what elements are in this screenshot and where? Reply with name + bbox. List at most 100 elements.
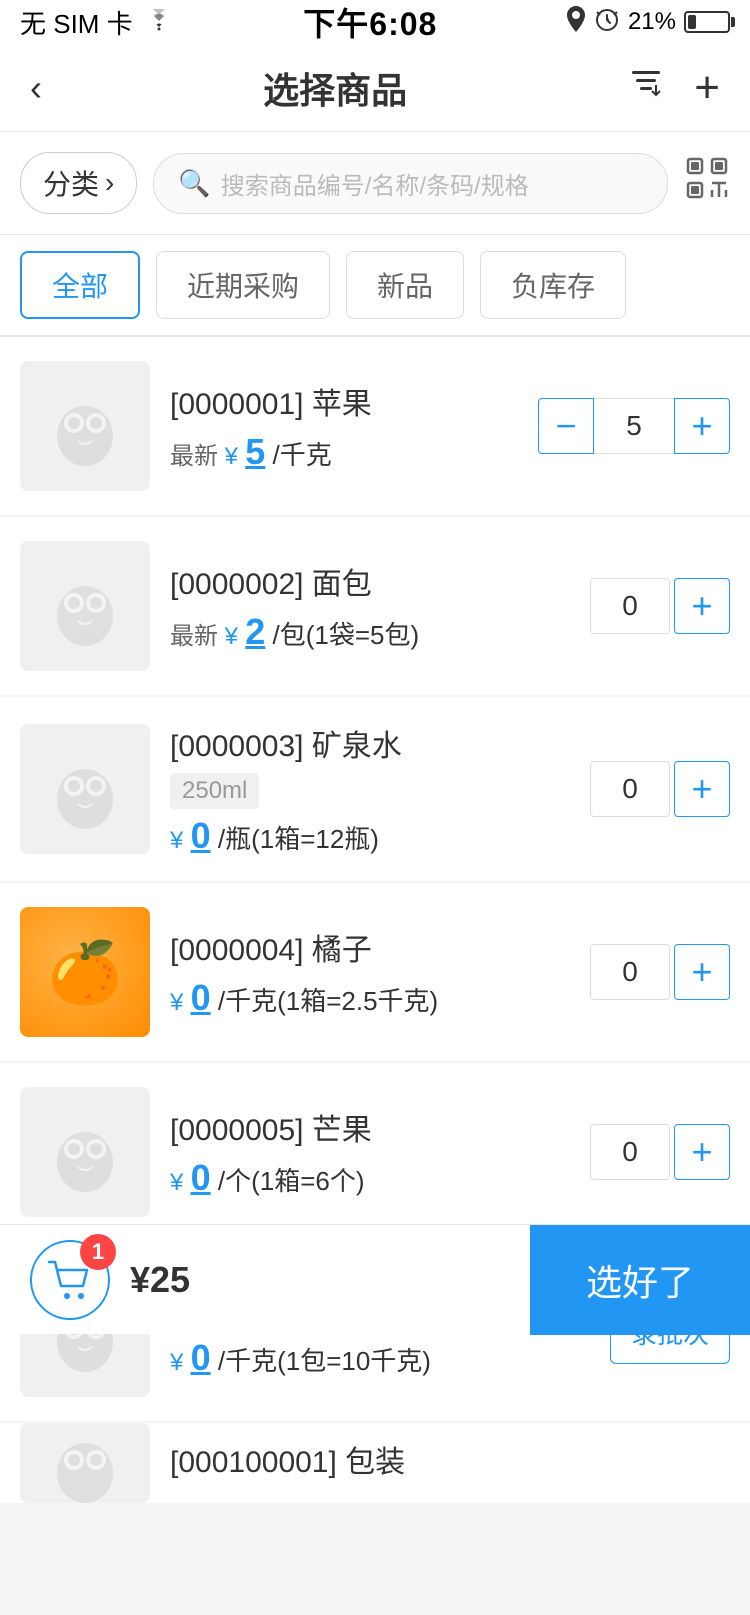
search-placeholder: 搜索商品编号/名称/条码/规格 [221, 166, 529, 201]
scan-button[interactable] [684, 155, 730, 212]
quantity-input[interactable] [590, 761, 670, 817]
price-currency: ¥ [170, 1349, 183, 1376]
price-unit: /包(1袋=5包) [273, 620, 420, 650]
price-latest-label: 最新 [170, 443, 225, 470]
status-right: 21% [566, 6, 730, 39]
price-value: 0 [191, 1337, 211, 1378]
price-unit: /个(1箱=6个) [218, 1166, 365, 1196]
category-chevron-icon: › [105, 167, 114, 199]
battery-text: 21% [628, 8, 676, 36]
nav-actions: + [628, 63, 720, 113]
filter-button[interactable] [628, 65, 664, 110]
search-box[interactable]: 🔍 搜索商品编号/名称/条码/规格 [153, 153, 668, 214]
status-time: 下午6:08 [303, 0, 437, 45]
svg-text:智十: 智十 [70, 1354, 99, 1370]
category-label: 分类 [43, 163, 99, 203]
back-button[interactable]: ‹ [30, 67, 42, 109]
bottom-bar: 1 ¥25 选好了 [0, 1224, 750, 1334]
quantity-plus-button[interactable]: + [674, 578, 730, 634]
carrier-text: 无 SIM 卡 [20, 4, 133, 41]
owl-logo: 智十 [40, 381, 130, 471]
quantity-plus-button[interactable]: + [674, 1124, 730, 1180]
cart-area: 1 ¥25 [0, 1240, 530, 1320]
product-price: ¥ 0 /千克(1包=10千克) [170, 1337, 590, 1379]
quantity-plus-button[interactable]: + [674, 761, 730, 817]
tab-new[interactable]: 新品 [346, 251, 464, 319]
product-name: [0000002] 面包 [170, 559, 570, 603]
svg-text:智十: 智十 [70, 1485, 99, 1501]
product-name: [0000001] 苹果 [170, 379, 518, 423]
price-value: 0 [191, 815, 211, 856]
orange-image: 🍊 [20, 907, 150, 1037]
nav-bar: ‹ 选择商品 + [0, 44, 750, 132]
product-price: ¥ 0 /个(1箱=6个) [170, 1157, 570, 1199]
quantity-minus-button[interactable]: − [538, 398, 594, 454]
product-item: 智十 [000100001] 包装 [0, 1423, 750, 1503]
status-bar: 无 SIM 卡 下午6:08 21% [0, 0, 750, 44]
cart-icon-button[interactable]: 1 [30, 1240, 110, 1320]
product-info: [000100001] 包装 [170, 1437, 730, 1489]
svg-text:智十: 智十 [70, 811, 99, 827]
product-controls: + [590, 761, 730, 817]
add-button[interactable]: + [694, 63, 720, 113]
product-thumbnail: 智十 [20, 1423, 150, 1503]
product-spec: 250ml [170, 773, 259, 809]
product-price: 最新 ¥ 2 /包(1袋=5包) [170, 611, 570, 653]
product-info: [0000002] 面包 最新 ¥ 2 /包(1袋=5包) [170, 559, 570, 653]
price-currency: ¥ [170, 1169, 183, 1196]
battery-icon [684, 11, 730, 33]
price-currency: ¥ [225, 623, 238, 650]
product-info: [0000003] 矿泉水 250ml ¥ 0 /瓶(1箱=12瓶) [170, 721, 570, 857]
product-item: 智十 [0000005] 芒果 ¥ 0 /个(1箱=6个) + [0, 1063, 750, 1241]
quantity-input[interactable] [590, 1124, 670, 1180]
cart-total: ¥25 [130, 1259, 190, 1301]
product-info: [0000001] 苹果 最新 ¥ 5 /千克 [170, 379, 518, 473]
product-controls: − + [538, 398, 730, 454]
price-value: 5 [245, 431, 265, 472]
status-left: 无 SIM 卡 [20, 4, 175, 41]
price-currency: ¥ [170, 827, 183, 854]
quantity-plus-button[interactable]: + [674, 944, 730, 1000]
svg-text:智十: 智十 [70, 628, 99, 644]
product-item: 🍊 [0000004] 橘子 ¥ 0 /千克(1箱=2.5千克) + [0, 883, 750, 1061]
product-info: [0000004] 橘子 ¥ 0 /千克(1箱=2.5千克) [170, 925, 570, 1019]
filter-bar: 分类 › 🔍 搜索商品编号/名称/条码/规格 [0, 132, 750, 235]
product-name: [0000004] 橘子 [170, 925, 570, 969]
price-unit: /瓶(1箱=12瓶) [218, 824, 379, 854]
svg-text:智十: 智十 [70, 1174, 99, 1190]
wifi-icon [143, 7, 175, 38]
price-value: 0 [191, 977, 211, 1018]
tab-all[interactable]: 全部 [20, 251, 140, 319]
product-name: [0000005] 芒果 [170, 1105, 570, 1149]
search-icon: 🔍 [178, 168, 210, 199]
quantity-plus-button[interactable]: + [674, 398, 730, 454]
tab-negative[interactable]: 负库存 [480, 251, 626, 319]
quantity-input[interactable] [590, 578, 670, 634]
product-name: [000100001] 包装 [170, 1437, 730, 1481]
price-currency: ¥ [170, 989, 183, 1016]
category-button[interactable]: 分类 › [20, 152, 137, 214]
product-thumbnail: 智十 [20, 724, 150, 854]
product-thumbnail: 智十 [20, 541, 150, 671]
product-price: ¥ 0 /瓶(1箱=12瓶) [170, 815, 570, 857]
price-unit: /千克(1箱=2.5千克) [218, 986, 438, 1016]
price-unit: /千克 [273, 440, 332, 470]
quantity-input[interactable] [594, 398, 674, 454]
alarm-icon [594, 6, 620, 39]
confirm-button[interactable]: 选好了 [530, 1225, 750, 1335]
product-price: 最新 ¥ 5 /千克 [170, 431, 518, 473]
tab-recent[interactable]: 近期采购 [156, 251, 330, 319]
product-controls: + [590, 1124, 730, 1180]
price-value: 2 [245, 611, 265, 652]
product-thumbnail: 智十 [20, 1087, 150, 1217]
tab-bar: 全部 近期采购 新品 负库存 [0, 235, 750, 337]
quantity-input[interactable] [590, 944, 670, 1000]
cart-badge: 1 [80, 1234, 116, 1270]
product-item: 智十 [0000002] 面包 最新 ¥ 2 /包(1袋=5包) + [0, 517, 750, 695]
svg-text:智十: 智十 [70, 448, 99, 464]
product-controls: + [590, 578, 730, 634]
product-info: [0000005] 芒果 ¥ 0 /个(1箱=6个) [170, 1105, 570, 1199]
price-currency: ¥ [225, 443, 238, 470]
price-value: 0 [191, 1157, 211, 1198]
price-latest-label: 最新 [170, 623, 225, 650]
